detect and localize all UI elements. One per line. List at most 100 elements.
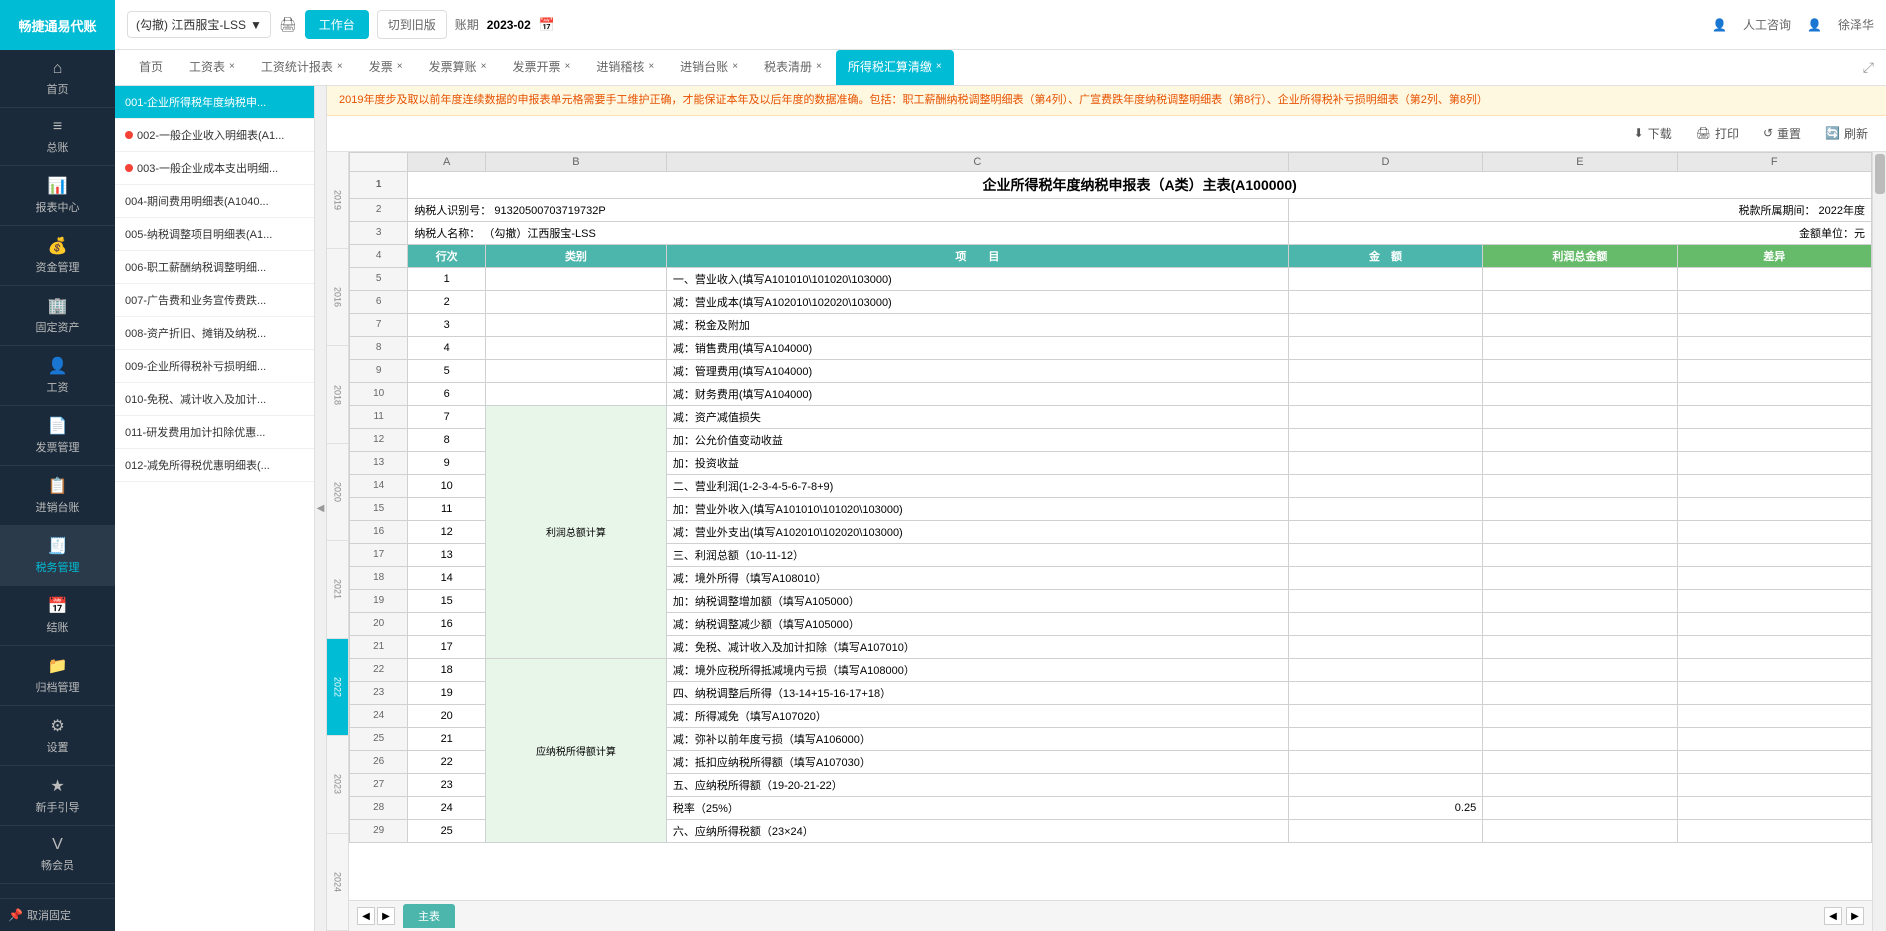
diff-cell[interactable] — [1677, 359, 1871, 382]
amount-cell[interactable] — [1288, 704, 1482, 727]
diff-cell[interactable] — [1677, 267, 1871, 290]
year-2020[interactable]: 2020 — [327, 444, 348, 541]
sidebar-item-closing[interactable]: 📅 结账 — [0, 586, 115, 646]
left-panel-item-001[interactable]: 001-企业所得税年度纳税申... — [115, 86, 314, 119]
year-2016[interactable]: 2016 — [327, 249, 348, 346]
company-selector[interactable]: (勾撤) 江西服宝-LSS ▼ — [127, 11, 271, 38]
maximize-icon[interactable]: ⤢ — [1863, 59, 1874, 76]
workbench-button[interactable]: 工作台 — [305, 10, 369, 39]
panel-collapse-btn[interactable]: ◀ — [315, 86, 327, 931]
profit-cell[interactable] — [1483, 796, 1677, 819]
refresh-button[interactable]: 🔄 刷新 — [1819, 122, 1874, 145]
profit-cell[interactable] — [1483, 612, 1677, 635]
left-panel-item-004[interactable]: 004-期间费用明细表(A1040... — [115, 185, 314, 218]
unpin-button[interactable]: 📌 取消固定 — [0, 898, 115, 931]
diff-cell[interactable] — [1677, 681, 1871, 704]
diff-cell[interactable] — [1677, 727, 1871, 750]
amount-cell[interactable] — [1288, 612, 1482, 635]
left-panel-item-012[interactable]: 012-减免所得税优惠明细表(... — [115, 449, 314, 482]
diff-cell[interactable] — [1677, 336, 1871, 359]
left-panel-item-011[interactable]: 011-研发费用加计扣除优惠... — [115, 416, 314, 449]
left-panel-item-009[interactable]: 009-企业所得税补亏损明细... — [115, 350, 314, 383]
sheet-nav-prev[interactable]: ◀ — [357, 907, 375, 925]
diff-cell[interactable] — [1677, 474, 1871, 497]
amount-cell[interactable] — [1288, 290, 1482, 313]
profit-cell[interactable] — [1483, 635, 1677, 658]
left-panel-item-010[interactable]: 010-免税、减计收入及加计... — [115, 383, 314, 416]
switch-button[interactable]: 切到旧版 — [377, 10, 447, 39]
amount-cell[interactable] — [1288, 566, 1482, 589]
profit-cell[interactable] — [1483, 589, 1677, 612]
profit-cell[interactable] — [1483, 566, 1677, 589]
sidebar-item-settings[interactable]: ⚙ 设置 — [0, 706, 115, 766]
tab-payroll-stats[interactable]: 工资统计报表 × — [249, 50, 355, 85]
diff-cell[interactable] — [1677, 773, 1871, 796]
profit-cell[interactable] — [1483, 658, 1677, 681]
amount-cell[interactable] — [1288, 267, 1482, 290]
profit-cell[interactable] — [1483, 359, 1677, 382]
sidebar-item-fixed-assets[interactable]: 🏢 固定资产 — [0, 286, 115, 346]
diff-cell[interactable] — [1677, 543, 1871, 566]
sidebar-item-assets[interactable]: 💰 资金管理 — [0, 226, 115, 286]
sidebar-item-reports[interactable]: 📊 报表中心 — [0, 166, 115, 226]
diff-cell[interactable] — [1677, 589, 1871, 612]
amount-cell[interactable] — [1288, 543, 1482, 566]
diff-cell[interactable] — [1677, 497, 1871, 520]
year-2023[interactable]: 2023 — [327, 736, 348, 833]
profit-cell[interactable] — [1483, 681, 1677, 704]
profit-cell[interactable] — [1483, 819, 1677, 842]
diff-cell[interactable] — [1677, 750, 1871, 773]
scroll-thumb[interactable] — [1875, 154, 1885, 194]
close-icon[interactable]: × — [397, 61, 403, 72]
close-icon[interactable]: × — [732, 61, 738, 72]
amount-cell[interactable] — [1288, 359, 1482, 382]
close-icon[interactable]: × — [481, 61, 487, 72]
sidebar-item-invoice[interactable]: 📄 发票管理 — [0, 406, 115, 466]
sidebar-item-payroll[interactable]: 👤 工资 — [0, 346, 115, 406]
reset-button[interactable]: ↺ 重置 — [1757, 122, 1807, 145]
print-button[interactable]: 🖨 打印 — [1690, 122, 1745, 145]
left-panel-item-005[interactable]: 005-纳税调整项目明细表(A1... — [115, 218, 314, 251]
tab-tax-table[interactable]: 税表清册 × — [752, 50, 834, 85]
amount-cell[interactable] — [1288, 405, 1482, 428]
year-2019[interactable]: 2019 — [327, 152, 348, 249]
amount-cell[interactable] — [1288, 681, 1482, 704]
left-panel-item-006[interactable]: 006-职工薪酬纳税调整明细... — [115, 251, 314, 284]
amount-cell[interactable] — [1288, 773, 1482, 796]
tab-invoice[interactable]: 发票 × — [357, 50, 415, 85]
amount-cell[interactable]: 0.25 — [1288, 796, 1482, 819]
diff-cell[interactable] — [1677, 704, 1871, 727]
amount-cell[interactable] — [1288, 727, 1482, 750]
year-2024[interactable]: 2024 — [327, 834, 348, 931]
diff-cell[interactable] — [1677, 428, 1871, 451]
tab-ledger[interactable]: 进销台账 × — [668, 50, 750, 85]
scroll-left-btn[interactable]: ◀ — [1824, 907, 1842, 925]
diff-cell[interactable] — [1677, 290, 1871, 313]
close-icon[interactable]: × — [337, 61, 343, 72]
amount-cell[interactable] — [1288, 520, 1482, 543]
diff-cell[interactable] — [1677, 635, 1871, 658]
tab-invoice-open[interactable]: 发票开票 × — [500, 50, 582, 85]
left-panel-item-003[interactable]: 003-一般企业成本支出明细... — [115, 152, 314, 185]
profit-cell[interactable] — [1483, 727, 1677, 750]
profit-cell[interactable] — [1483, 543, 1677, 566]
amount-cell[interactable] — [1288, 313, 1482, 336]
tab-income-tax[interactable]: 所得税汇算清缴 × — [836, 50, 954, 85]
profit-cell[interactable] — [1483, 290, 1677, 313]
profit-cell[interactable] — [1483, 428, 1677, 451]
vertical-scrollbar[interactable] — [1872, 152, 1886, 931]
close-icon[interactable]: × — [816, 61, 822, 72]
scroll-right-btn[interactable]: ▶ — [1846, 907, 1864, 925]
amount-cell[interactable] — [1288, 497, 1482, 520]
sidebar-item-archive[interactable]: 📁 归档管理 — [0, 646, 115, 706]
profit-cell[interactable] — [1483, 336, 1677, 359]
profit-cell[interactable] — [1483, 405, 1677, 428]
close-icon[interactable]: × — [564, 61, 570, 72]
profit-cell[interactable] — [1483, 267, 1677, 290]
sidebar-item-member[interactable]: V 畅会员 — [0, 826, 115, 884]
diff-cell[interactable] — [1677, 566, 1871, 589]
sheet-nav-next[interactable]: ▶ — [377, 907, 395, 925]
diff-cell[interactable] — [1677, 382, 1871, 405]
close-icon[interactable]: × — [648, 61, 654, 72]
diff-cell[interactable] — [1677, 451, 1871, 474]
